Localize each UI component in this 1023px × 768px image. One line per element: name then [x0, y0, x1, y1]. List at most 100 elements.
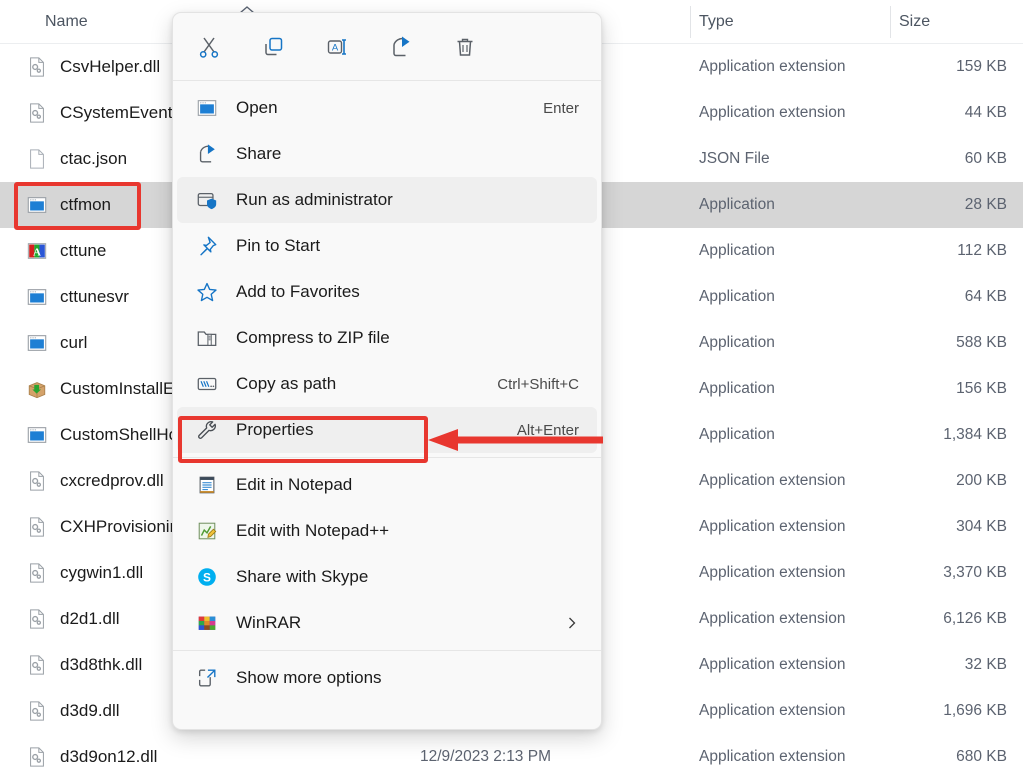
package-icon — [26, 378, 48, 400]
file-size-cell: 60 KB — [899, 136, 1007, 182]
file-name-label: CsvHelper.dll — [60, 57, 160, 77]
dll-file-icon — [26, 102, 48, 124]
skype-icon: S — [195, 565, 219, 589]
exe-app-icon — [26, 286, 48, 308]
file-type-cell: Application — [699, 228, 775, 274]
generic-file-icon — [26, 148, 48, 170]
svg-text:A: A — [33, 247, 41, 259]
file-name-cell: curl — [26, 320, 87, 366]
file-date-cell: 12/9/2023 2:13 PM — [420, 734, 551, 768]
file-type-cell: Application — [699, 274, 775, 320]
file-name-label: curl — [60, 333, 87, 353]
exe-app-icon — [26, 424, 48, 446]
column-header-size[interactable]: Size — [899, 13, 930, 31]
menu-item-label: Edit with Notepad++ — [236, 521, 389, 541]
menu-item-show-more-options[interactable]: Show more options — [177, 655, 597, 701]
file-name-label: cttune — [60, 241, 106, 261]
file-name-cell: CXHProvisionin — [26, 504, 179, 550]
svg-text:S: S — [203, 571, 211, 585]
svg-text:A: A — [332, 42, 339, 53]
file-size-cell: 112 KB — [899, 228, 1007, 274]
menu-separator — [173, 650, 601, 651]
column-header-type[interactable]: Type — [699, 13, 734, 31]
file-size-cell: 1,384 KB — [899, 412, 1007, 458]
file-name-cell: CustomShellHo — [26, 412, 178, 458]
dll-file-icon — [26, 700, 48, 722]
menu-item-open[interactable]: OpenEnter — [177, 85, 597, 131]
file-size-cell: 3,370 KB — [899, 550, 1007, 596]
menu-item-label: Share with Skype — [236, 567, 368, 587]
column-header-name[interactable]: Name — [45, 13, 88, 31]
menu-item-compress-to-zip-file[interactable]: Compress to ZIP file — [177, 315, 597, 361]
file-type-cell: Application extension — [699, 504, 846, 550]
file-size-cell: 44 KB — [899, 90, 1007, 136]
file-size-cell: 6,126 KB — [899, 596, 1007, 642]
menu-item-share-with-skype[interactable]: S Share with Skype — [177, 554, 597, 600]
menu-item-add-to-favorites[interactable]: Add to Favorites — [177, 269, 597, 315]
menu-item-share[interactable]: Share — [177, 131, 597, 177]
menu-item-label: WinRAR — [236, 613, 301, 633]
delete-icon[interactable] — [447, 29, 483, 65]
file-size-cell: 159 KB — [899, 44, 1007, 90]
file-type-cell: Application extension — [699, 458, 846, 504]
column-divider-2[interactable] — [890, 6, 891, 38]
menu-item-copy-as-path[interactable]: Copy as path Ctrl+Shift+C — [177, 361, 597, 407]
explorer-window: Name Type Size CsvHelper.dll Application … — [0, 0, 1023, 768]
menu-item-edit-with-notepad[interactable]: Edit with Notepad++ — [177, 508, 597, 554]
menu-item-winrar[interactable]: WinRAR — [177, 600, 597, 646]
notepadpp-icon — [195, 519, 219, 543]
file-type-cell: Application extension — [699, 734, 846, 768]
menu-item-edit-in-notepad[interactable]: Edit in Notepad — [177, 462, 597, 508]
file-type-cell: Application — [699, 320, 775, 366]
file-name-label: ctfmon — [60, 195, 111, 215]
file-name-label: d3d9on12.dll — [60, 747, 157, 767]
file-type-cell: Application extension — [699, 642, 846, 688]
cut-icon[interactable] — [191, 29, 227, 65]
share-icon[interactable] — [383, 29, 419, 65]
context-menu-toolbar: A — [173, 13, 601, 80]
column-divider-1[interactable] — [690, 6, 691, 38]
menu-item-run-as-administrator[interactable]: Run as administrator — [177, 177, 597, 223]
file-size-cell: 680 KB — [899, 734, 1007, 768]
file-name-cell: d3d9on12.dll — [26, 734, 157, 768]
file-type-cell: Application — [699, 412, 775, 458]
copy-path-icon — [195, 372, 219, 396]
copy-icon[interactable] — [255, 29, 291, 65]
file-size-cell: 304 KB — [899, 504, 1007, 550]
wrench-icon — [195, 418, 219, 442]
file-name-label: d3d9.dll — [60, 701, 120, 721]
dll-file-icon — [26, 516, 48, 538]
exe-app-icon — [26, 332, 48, 354]
menu-item-properties[interactable]: PropertiesAlt+Enter — [177, 407, 597, 453]
exe-app-icon — [195, 96, 219, 120]
file-name-label: ctac.json — [60, 149, 127, 169]
file-size-cell: 28 KB — [899, 182, 1007, 228]
file-type-cell: Application extension — [699, 596, 846, 642]
file-size-cell: 156 KB — [899, 366, 1007, 412]
star-icon — [195, 280, 219, 304]
file-name-cell: ctfmon — [26, 182, 111, 228]
menu-item-shortcut: Alt+Enter — [517, 422, 579, 439]
file-name-cell: cygwin1.dll — [26, 550, 143, 596]
shield-window-icon — [195, 188, 219, 212]
file-type-cell: Application extension — [699, 90, 846, 136]
menu-item-label: Copy as path — [236, 374, 336, 394]
file-name-label: CSystemEvents — [60, 103, 181, 123]
more-options-icon — [195, 666, 219, 690]
menu-item-pin-to-start[interactable]: Pin to Start — [177, 223, 597, 269]
file-name-cell: cxcredprov.dll — [26, 458, 164, 504]
menu-item-label: Share — [236, 144, 281, 164]
file-name-cell: CustomInstallE — [26, 366, 174, 412]
menu-item-shortcut: Ctrl+Shift+C — [497, 376, 579, 393]
winrar-icon — [195, 611, 219, 635]
file-name-cell: d3d9.dll — [26, 688, 120, 734]
table-row[interactable]: d3d9on12.dll 12/9/2023 2:13 PM Application… — [0, 734, 1023, 768]
menu-item-label: Show more options — [236, 668, 382, 688]
pin-icon — [195, 234, 219, 258]
file-name-cell: CSystemEvents — [26, 90, 181, 136]
dll-file-icon — [26, 470, 48, 492]
rename-icon[interactable]: A — [319, 29, 355, 65]
file-name-label: cxcredprov.dll — [60, 471, 164, 491]
file-name-cell: d2d1.dll — [26, 596, 120, 642]
file-name-cell: d3d8thk.dll — [26, 642, 142, 688]
